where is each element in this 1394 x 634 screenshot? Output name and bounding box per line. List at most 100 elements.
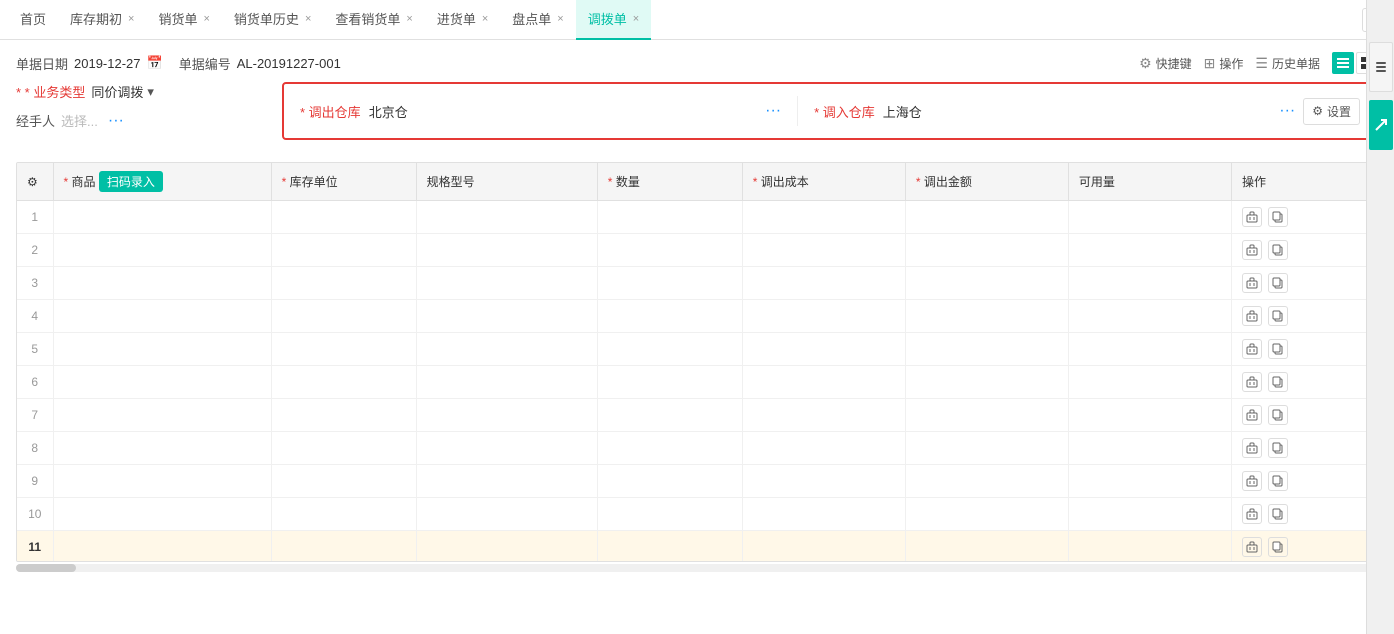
amount-cell[interactable] — [905, 399, 1068, 432]
scrollbar-thumb[interactable] — [16, 564, 76, 572]
amount-cell[interactable] — [905, 366, 1068, 399]
product-cell[interactable] — [53, 498, 271, 531]
export-sidebar-button[interactable] — [1369, 100, 1393, 150]
product-cell[interactable] — [53, 201, 271, 234]
delete-button[interactable] — [1242, 372, 1262, 392]
operation-button[interactable]: ⊞ 操作 — [1204, 55, 1244, 72]
available-cell[interactable] — [1068, 201, 1231, 234]
copy-button[interactable] — [1268, 306, 1288, 326]
amount-cell[interactable] — [905, 300, 1068, 333]
list-view-button[interactable] — [1332, 52, 1354, 74]
delete-button[interactable] — [1242, 438, 1262, 458]
cost-cell[interactable] — [742, 531, 905, 563]
cost-cell[interactable] — [742, 498, 905, 531]
amount-cell[interactable] — [905, 201, 1068, 234]
copy-button[interactable] — [1268, 207, 1288, 227]
spec-cell[interactable] — [416, 498, 597, 531]
tab-home[interactable]: 首页 — [8, 0, 58, 40]
spec-cell[interactable] — [416, 366, 597, 399]
copy-button[interactable] — [1268, 537, 1288, 557]
product-cell[interactable] — [53, 399, 271, 432]
product-cell[interactable] — [53, 333, 271, 366]
unit-cell[interactable] — [271, 498, 416, 531]
unit-cell[interactable] — [271, 531, 416, 563]
available-cell[interactable] — [1068, 531, 1231, 563]
unit-cell[interactable] — [271, 300, 416, 333]
spec-cell[interactable] — [416, 399, 597, 432]
doc-sidebar-button[interactable] — [1369, 42, 1393, 92]
delete-button[interactable] — [1242, 306, 1262, 326]
tab-sales-history[interactable]: 销货单历史 × — [222, 0, 323, 40]
unit-cell[interactable] — [271, 399, 416, 432]
close-icon[interactable]: × — [305, 13, 311, 25]
delete-button[interactable] — [1242, 240, 1262, 260]
spec-cell[interactable] — [416, 267, 597, 300]
delete-button[interactable] — [1242, 273, 1262, 293]
delete-button[interactable] — [1242, 207, 1262, 227]
history-button[interactable]: ☰ 历史单据 — [1255, 55, 1320, 72]
qty-cell[interactable] — [597, 201, 742, 234]
cost-cell[interactable] — [742, 234, 905, 267]
copy-button[interactable] — [1268, 339, 1288, 359]
copy-button[interactable] — [1268, 438, 1288, 458]
available-cell[interactable] — [1068, 234, 1231, 267]
gear-settings-icon[interactable]: ⚙ — [27, 175, 38, 189]
copy-button[interactable] — [1268, 273, 1288, 293]
available-cell[interactable] — [1068, 465, 1231, 498]
qty-cell[interactable] — [597, 300, 742, 333]
cost-cell[interactable] — [742, 267, 905, 300]
tab-purchase[interactable]: 进货单 × — [425, 0, 500, 40]
unit-cell[interactable] — [271, 465, 416, 498]
qty-cell[interactable] — [597, 234, 742, 267]
cost-cell[interactable] — [742, 201, 905, 234]
close-icon[interactable]: × — [633, 13, 639, 25]
tab-view-sales[interactable]: 查看销货单 × — [323, 0, 424, 40]
spec-cell[interactable] — [416, 432, 597, 465]
copy-button[interactable] — [1268, 471, 1288, 491]
unit-cell[interactable] — [271, 333, 416, 366]
transfer-in-more-icon[interactable]: ··· — [1279, 102, 1295, 120]
tab-transfer[interactable]: 调拨单 × — [576, 0, 651, 40]
amount-cell[interactable] — [905, 234, 1068, 267]
spec-cell[interactable] — [416, 465, 597, 498]
product-cell[interactable] — [53, 465, 271, 498]
delete-button[interactable] — [1242, 504, 1262, 524]
unit-cell[interactable] — [271, 432, 416, 465]
cost-cell[interactable] — [742, 366, 905, 399]
copy-button[interactable] — [1268, 372, 1288, 392]
cost-cell[interactable] — [742, 399, 905, 432]
unit-cell[interactable] — [271, 234, 416, 267]
unit-cell[interactable] — [271, 366, 416, 399]
qty-cell[interactable] — [597, 531, 742, 563]
cost-cell[interactable] — [742, 432, 905, 465]
product-cell[interactable] — [53, 432, 271, 465]
product-cell[interactable] — [53, 300, 271, 333]
person-select[interactable]: 选择... — [61, 111, 98, 130]
close-icon[interactable]: × — [557, 13, 563, 25]
biz-type-select[interactable]: 同价调拨 ▾ — [91, 82, 211, 101]
amount-cell[interactable] — [905, 267, 1068, 300]
tab-sales-order[interactable]: 销货单 × — [146, 0, 221, 40]
amount-cell[interactable] — [905, 432, 1068, 465]
cost-cell[interactable] — [742, 333, 905, 366]
product-cell[interactable] — [53, 267, 271, 300]
delete-button[interactable] — [1242, 537, 1262, 557]
spec-cell[interactable] — [416, 234, 597, 267]
unit-cell[interactable] — [271, 267, 416, 300]
scan-button[interactable]: 扫码录入 — [99, 171, 163, 192]
available-cell[interactable] — [1068, 300, 1231, 333]
setting-button[interactable]: ⚙ 设置 — [1303, 98, 1360, 125]
close-icon[interactable]: × — [482, 13, 488, 25]
amount-cell[interactable] — [905, 531, 1068, 563]
scrollbar-track[interactable] — [16, 564, 1378, 572]
copy-button[interactable] — [1268, 405, 1288, 425]
close-icon[interactable]: × — [128, 13, 134, 25]
cost-cell[interactable] — [742, 465, 905, 498]
amount-cell[interactable] — [905, 333, 1068, 366]
tab-inventory-init[interactable]: 库存期初 × — [58, 0, 146, 40]
person-more-icon[interactable]: ··· — [108, 112, 124, 130]
product-cell[interactable] — [53, 366, 271, 399]
delete-button[interactable] — [1242, 339, 1262, 359]
available-cell[interactable] — [1068, 366, 1231, 399]
qty-cell[interactable] — [597, 399, 742, 432]
